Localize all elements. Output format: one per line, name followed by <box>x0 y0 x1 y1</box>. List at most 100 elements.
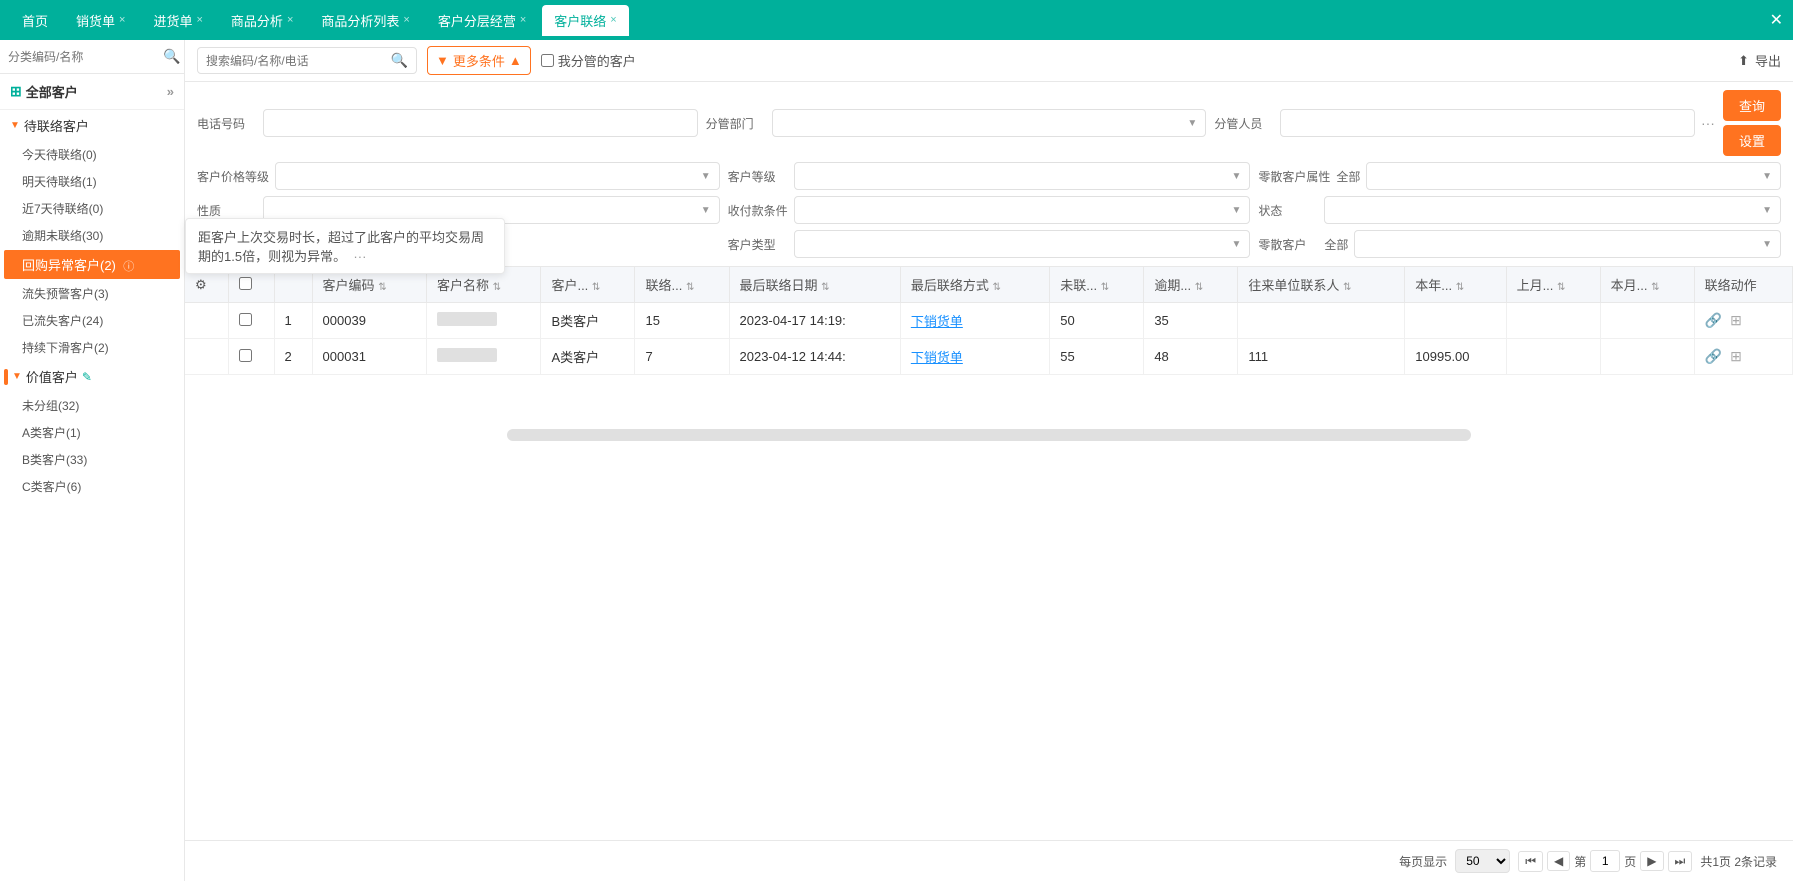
row1-actions: 🔗 ⊞ <box>1694 303 1792 339</box>
sidebar-search-icon[interactable]: 🔍 <box>163 48 180 65</box>
my-customer-checkbox[interactable] <box>541 54 554 67</box>
nav-tab-analysis-list[interactable]: 商品分析列表 × <box>309 5 421 36</box>
sort-icon-year: ⇅ <box>1456 282 1464 293</box>
export-button[interactable]: ⬆ 导出 <box>1738 51 1781 70</box>
first-page-button[interactable]: ⏮ <box>1518 851 1543 872</box>
row2-last-contact-method[interactable]: 下销货单 <box>900 339 1049 375</box>
page-number-input[interactable] <box>1590 850 1620 872</box>
sidebar-item-class-c[interactable]: C类客户(6) <box>0 473 184 500</box>
select-customer-level[interactable]: ▼ <box>794 162 1251 190</box>
nav-tab-purchase[interactable]: 进货单 × <box>141 5 214 36</box>
sidebar-item-lost-warning[interactable]: 流失预警客户(3) <box>0 280 184 307</box>
input-phone[interactable] <box>263 109 698 137</box>
col-this-month[interactable]: 本月... ⇅ <box>1600 267 1694 303</box>
row2-select[interactable] <box>239 349 252 362</box>
sidebar-item-unclassified[interactable]: 未分组(32) <box>0 392 184 419</box>
col-type[interactable]: 客户... ⇅ <box>541 267 635 303</box>
select-all-checkbox[interactable] <box>239 277 252 290</box>
sidebar-section-value-title[interactable]: ▼ 价值客户 <box>12 367 78 386</box>
filter-row-2: 客户价格等级 ▼ 客户等级 ▼ 零散客户属性 全部 ▼ <box>197 162 1781 190</box>
select-scatter-customer[interactable]: ▼ <box>1354 230 1781 258</box>
close-sales-tab[interactable]: × <box>119 14 125 26</box>
row1-link-icon[interactable]: 🔗 <box>1705 312 1722 329</box>
filter-cell-scatter-attr: 零散客户属性 全部 ▼ <box>1258 162 1781 190</box>
col-unit-contact[interactable]: 往来单位联系人 ⇅ <box>1238 267 1405 303</box>
query-button[interactable]: 查询 <box>1723 90 1781 121</box>
horizontal-scrollbar[interactable] <box>507 429 1472 441</box>
sort-icon-date: ⇅ <box>821 282 829 293</box>
table-row: 1 000039 B类客户 15 2023-04-17 14:19: 下销货单 … <box>185 303 1793 339</box>
col-last-contact-method[interactable]: 最后联络方式 ⇅ <box>900 267 1049 303</box>
per-page-select[interactable]: 50 20 100 <box>1455 849 1510 873</box>
sort-icon-method: ⇅ <box>992 282 1000 293</box>
sidebar-collapse-icon[interactable]: » <box>167 84 174 99</box>
sidebar-item-class-b[interactable]: B类客户(33) <box>0 446 184 473</box>
col-last-month[interactable]: 上月... ⇅ <box>1506 267 1600 303</box>
sidebar-item-today[interactable]: 今天待联络(0) <box>0 141 184 168</box>
close-purchase-tab[interactable]: × <box>196 14 202 26</box>
sidebar-item-lost[interactable]: 已流失客户(24) <box>0 307 184 334</box>
row2-grid-icon[interactable]: ⊞ <box>1730 348 1742 365</box>
sort-icon-lmonth: ⇅ <box>1557 282 1565 293</box>
nav-tab-home[interactable]: 首页 <box>10 5 60 36</box>
row2-action-icons: 🔗 ⊞ <box>1705 348 1782 365</box>
nav-tab-customer-contact[interactable]: 客户联络 × <box>542 5 628 36</box>
close-customer-tier-tab[interactable]: × <box>520 14 526 26</box>
window-close-button[interactable]: ✕ <box>1770 10 1783 30</box>
select-price-level[interactable]: ▼ <box>275 162 720 190</box>
col-contact[interactable]: 联络... ⇅ <box>635 267 729 303</box>
close-analysis-tab[interactable]: × <box>287 14 293 26</box>
col-this-year[interactable]: 本年... ⇅ <box>1405 267 1506 303</box>
ellipsis-person[interactable]: ··· <box>1701 115 1715 131</box>
close-analysis-list-tab[interactable]: × <box>403 14 409 26</box>
row2-link-icon[interactable]: 🔗 <box>1705 348 1722 365</box>
info-icon: ⓘ <box>123 261 134 273</box>
select-dept[interactable]: ▼ <box>772 109 1207 137</box>
select-payment[interactable]: ▼ <box>794 196 1251 224</box>
row1-settings <box>185 303 228 339</box>
label-phone: 电话号码 <box>197 115 257 132</box>
label-nature: 性质 <box>197 202 257 219</box>
main-search-input[interactable] <box>206 54 391 68</box>
filter-cell-price-level: 客户价格等级 ▼ <box>197 162 720 190</box>
select-status[interactable]: ▼ <box>1324 196 1781 224</box>
nav-tab-customer-tier[interactable]: 客户分层经营 × <box>426 5 538 36</box>
input-person[interactable] <box>1280 109 1695 137</box>
row1-this-month <box>1600 303 1694 339</box>
row1-grid-icon[interactable]: ⊞ <box>1730 312 1742 329</box>
next-page-button[interactable]: ▶ <box>1640 851 1663 871</box>
select-customer-type[interactable]: ▼ <box>794 230 1251 258</box>
row1-checkbox[interactable] <box>228 303 274 339</box>
label-customer-type: 客户类型 <box>728 236 788 253</box>
sidebar-item-7days[interactable]: 近7天待联络(0) <box>0 195 184 222</box>
sidebar-item-class-a[interactable]: A类客户(1) <box>0 419 184 446</box>
edit-value-icon[interactable]: ✎ <box>82 370 92 384</box>
row2-overdue: 48 <box>1144 339 1238 375</box>
sidebar-item-overdue[interactable]: 逾期未联络(30) <box>0 222 184 249</box>
row1-action-icons: 🔗 ⊞ <box>1705 312 1782 329</box>
label-payment: 收付款条件 <box>728 202 788 219</box>
sidebar-section-pending[interactable]: ▼ 待联络客户 <box>0 110 184 141</box>
last-page-button[interactable]: ⏭ <box>1668 851 1693 872</box>
nav-tab-analysis[interactable]: 商品分析 × <box>219 5 305 36</box>
col-uncontacted[interactable]: 未联... ⇅ <box>1050 267 1144 303</box>
select-scatter-attr[interactable]: ▼ <box>1366 162 1781 190</box>
nav-tab-sales[interactable]: 销货单 × <box>64 5 137 36</box>
sidebar-item-declining[interactable]: 持续下滑客户(2) <box>0 334 184 361</box>
close-customer-contact-tab[interactable]: × <box>610 14 616 26</box>
row1-select[interactable] <box>239 313 252 326</box>
col-overdue[interactable]: 逾期... ⇅ <box>1144 267 1238 303</box>
settings-button[interactable]: 设置 <box>1723 125 1781 156</box>
more-filter-button[interactable]: ▼ 更多条件 ▲ <box>427 46 531 75</box>
row1-last-contact-date: 2023-04-17 14:19: <box>729 303 900 339</box>
col-last-contact-date[interactable]: 最后联络日期 ⇅ <box>729 267 900 303</box>
prev-page-button[interactable]: ◀ <box>1547 851 1570 871</box>
sidebar-item-tomorrow[interactable]: 明天待联络(1) <box>0 168 184 195</box>
row1-last-contact-method[interactable]: 下销货单 <box>900 303 1049 339</box>
label-status: 状态 <box>1258 202 1318 219</box>
sidebar-item-repurchase-anomaly[interactable]: 回购异常客户(2) ⓘ <box>4 250 180 279</box>
sidebar-search-input[interactable] <box>8 50 163 64</box>
row2-checkbox[interactable] <box>228 339 274 375</box>
main-search-icon[interactable]: 🔍 <box>391 52 408 69</box>
grid-icon: ⊞ <box>10 83 22 100</box>
